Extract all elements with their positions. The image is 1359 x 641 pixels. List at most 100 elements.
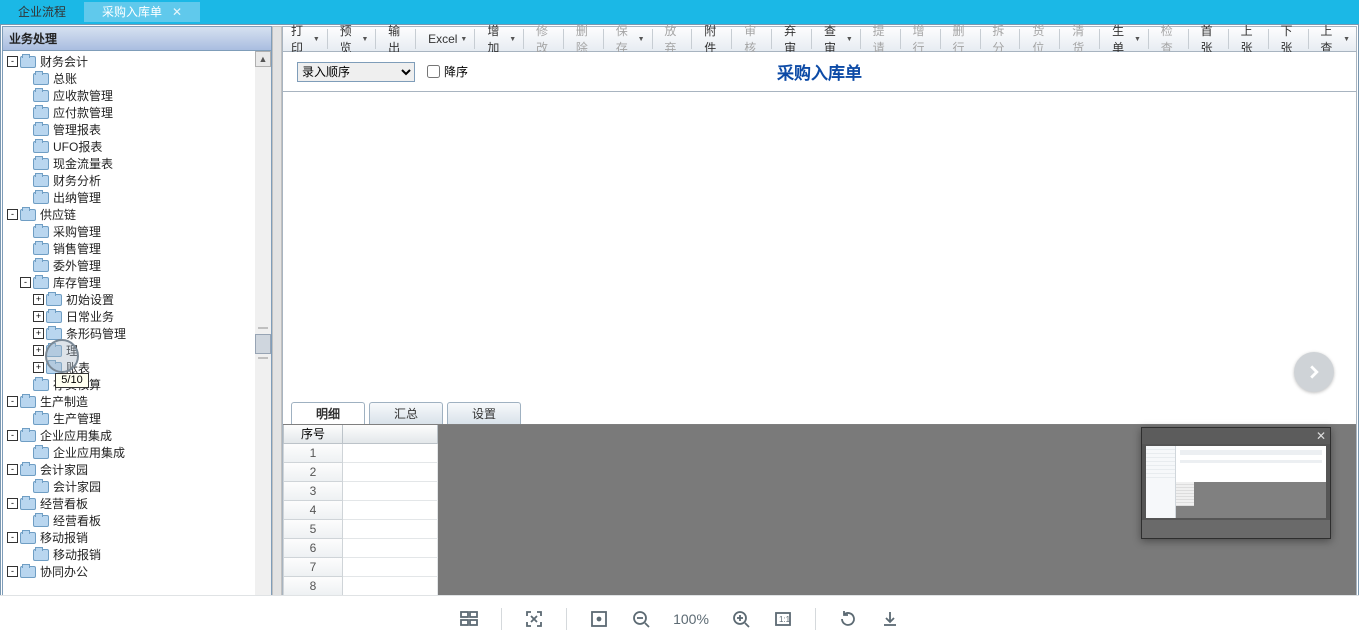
grid-cell[interactable] bbox=[343, 444, 438, 463]
expand-icon[interactable]: + bbox=[33, 345, 44, 356]
detail-tabs: 明细 汇总 设置 bbox=[283, 400, 1356, 424]
tab-settings[interactable]: 设置 bbox=[447, 402, 521, 424]
grid-row-number[interactable]: 8 bbox=[283, 577, 343, 596]
thumbnails-icon[interactable] bbox=[459, 609, 479, 629]
scroll-up-button[interactable]: ▲ bbox=[255, 51, 271, 67]
grid-cell[interactable] bbox=[343, 539, 438, 558]
tree-item[interactable]: 现金流量表 bbox=[5, 155, 271, 172]
tree-item[interactable]: 生产管理 bbox=[5, 410, 271, 427]
toolbar-生单[interactable]: 生单▼ bbox=[1106, 28, 1155, 50]
splitter[interactable] bbox=[272, 26, 282, 641]
toolbar-上查[interactable]: 上查▼ bbox=[1314, 28, 1356, 50]
tab-active[interactable]: 采购入库单 ✕ bbox=[84, 2, 200, 22]
download-icon[interactable] bbox=[880, 609, 900, 629]
fit-page-icon[interactable] bbox=[589, 609, 609, 629]
folder-icon bbox=[33, 413, 49, 425]
toolbar-下张[interactable]: 下张 bbox=[1275, 28, 1315, 50]
tree-item[interactable]: 管理报表 bbox=[5, 121, 271, 138]
tree-item[interactable]: 存货核算 bbox=[5, 376, 271, 393]
toolbar-预览[interactable]: 预览▼ bbox=[334, 28, 383, 50]
tree-item[interactable]: -供应链 bbox=[5, 206, 271, 223]
collapse-icon[interactable]: - bbox=[7, 430, 18, 441]
tree-item[interactable]: 企业应用集成 bbox=[5, 444, 271, 461]
grid-row-number[interactable]: 3 bbox=[283, 482, 343, 501]
grid-cell[interactable] bbox=[343, 463, 438, 482]
toolbar-附件[interactable]: 附件 bbox=[698, 28, 738, 50]
collapse-icon[interactable]: - bbox=[7, 532, 18, 543]
toolbar-输出[interactable]: 输出 bbox=[382, 28, 422, 50]
actual-size-icon[interactable]: 1:1 bbox=[773, 609, 793, 629]
tree-item[interactable]: -经营看板 bbox=[5, 495, 271, 512]
descending-checkbox[interactable] bbox=[427, 65, 440, 78]
nav-tree[interactable]: -财务会计总账应收款管理应付款管理管理报表UFO报表现金流量表财务分析出纳管理-… bbox=[3, 51, 271, 582]
tree-item[interactable]: -生产制造 bbox=[5, 393, 271, 410]
tree-item[interactable]: -会计家园 bbox=[5, 461, 271, 478]
tree-item[interactable]: 总账 bbox=[5, 70, 271, 87]
collapse-icon[interactable]: - bbox=[7, 56, 18, 67]
toolbar-首张[interactable]: 首张 bbox=[1195, 28, 1235, 50]
tree-item[interactable]: 委外管理 bbox=[5, 257, 271, 274]
tree-item[interactable]: 采购管理 bbox=[5, 223, 271, 240]
grid-row-number[interactable]: 6 bbox=[283, 539, 343, 558]
grid-row-number[interactable]: 7 bbox=[283, 558, 343, 577]
tree-item-label: 委外管理 bbox=[53, 257, 101, 274]
collapse-icon[interactable]: - bbox=[7, 396, 18, 407]
tree-item[interactable]: -企业应用集成 bbox=[5, 427, 271, 444]
grid-cell[interactable] bbox=[343, 520, 438, 539]
next-page-button[interactable] bbox=[1294, 352, 1334, 392]
collapse-icon[interactable]: - bbox=[7, 566, 18, 577]
toolbar-弃审[interactable]: 弃审 bbox=[778, 28, 818, 50]
scrollbar-thumb[interactable] bbox=[255, 334, 271, 354]
tab-workflow[interactable]: 企业流程 bbox=[0, 2, 84, 22]
grid-cell[interactable] bbox=[343, 577, 438, 596]
tab-detail[interactable]: 明细 bbox=[291, 402, 365, 424]
tree-item[interactable]: 财务分析 bbox=[5, 172, 271, 189]
toolbar-打印[interactable]: 打印▼ bbox=[285, 28, 334, 50]
expand-icon[interactable]: + bbox=[33, 362, 44, 373]
toolbar-查审[interactable]: 查审▼ bbox=[818, 28, 867, 50]
zoom-in-icon[interactable] bbox=[731, 609, 751, 629]
tree-item[interactable]: -财务会计 bbox=[5, 53, 271, 70]
thumbnail-preview[interactable]: ✕ bbox=[1141, 427, 1331, 539]
close-icon[interactable]: ✕ bbox=[172, 2, 182, 22]
tree-item[interactable]: -协同办公 bbox=[5, 563, 271, 580]
grid-row-number[interactable]: 5 bbox=[283, 520, 343, 539]
grid-row-number[interactable]: 2 bbox=[283, 463, 343, 482]
grid-cell[interactable] bbox=[343, 482, 438, 501]
expand-icon[interactable]: + bbox=[33, 328, 44, 339]
rotate-icon[interactable] bbox=[838, 609, 858, 629]
descending-checkbox-label[interactable]: 降序 bbox=[427, 63, 468, 80]
tree-item[interactable]: 出纳管理 bbox=[5, 189, 271, 206]
grid-cell[interactable] bbox=[343, 558, 438, 577]
collapse-icon[interactable]: - bbox=[20, 277, 31, 288]
tree-item-label: 管理报表 bbox=[53, 121, 101, 138]
close-icon[interactable]: ✕ bbox=[1316, 430, 1326, 442]
tree-item[interactable]: 销售管理 bbox=[5, 240, 271, 257]
toolbar-增加[interactable]: 增加▼ bbox=[481, 28, 530, 50]
tree-item[interactable]: 会计家园 bbox=[5, 478, 271, 495]
tree-item[interactable]: UFO报表 bbox=[5, 138, 271, 155]
tree-item[interactable]: +日常业务 bbox=[5, 308, 271, 325]
tree-item[interactable]: 应收款管理 bbox=[5, 87, 271, 104]
expand-icon[interactable]: + bbox=[33, 294, 44, 305]
tab-summary[interactable]: 汇总 bbox=[369, 402, 443, 424]
expand-icon[interactable]: + bbox=[33, 311, 44, 322]
collapse-icon[interactable]: - bbox=[7, 464, 18, 475]
tree-item[interactable]: -移动报销 bbox=[5, 529, 271, 546]
sort-order-select[interactable]: 录入顺序 bbox=[297, 62, 415, 82]
tree-item[interactable]: 经营看板 bbox=[5, 512, 271, 529]
tree-item[interactable]: +初始设置 bbox=[5, 291, 271, 308]
collapse-icon[interactable]: - bbox=[7, 498, 18, 509]
collapse-icon[interactable]: - bbox=[7, 209, 18, 220]
grid-row-number[interactable]: 1 bbox=[283, 444, 343, 463]
tree-item[interactable]: 应付款管理 bbox=[5, 104, 271, 121]
toolbar-上张[interactable]: 上张 bbox=[1235, 28, 1275, 50]
zoom-out-icon[interactable] bbox=[631, 609, 651, 629]
grid-cell[interactable] bbox=[343, 501, 438, 520]
tree-item[interactable]: -库存管理 bbox=[5, 274, 271, 291]
chevron-right-icon bbox=[1307, 365, 1321, 379]
tree-item[interactable]: 移动报销 bbox=[5, 546, 271, 563]
grid-row-number[interactable]: 4 bbox=[283, 501, 343, 520]
fullscreen-icon[interactable] bbox=[524, 609, 544, 629]
toolbar-Excel[interactable]: Excel▼ bbox=[422, 28, 481, 50]
